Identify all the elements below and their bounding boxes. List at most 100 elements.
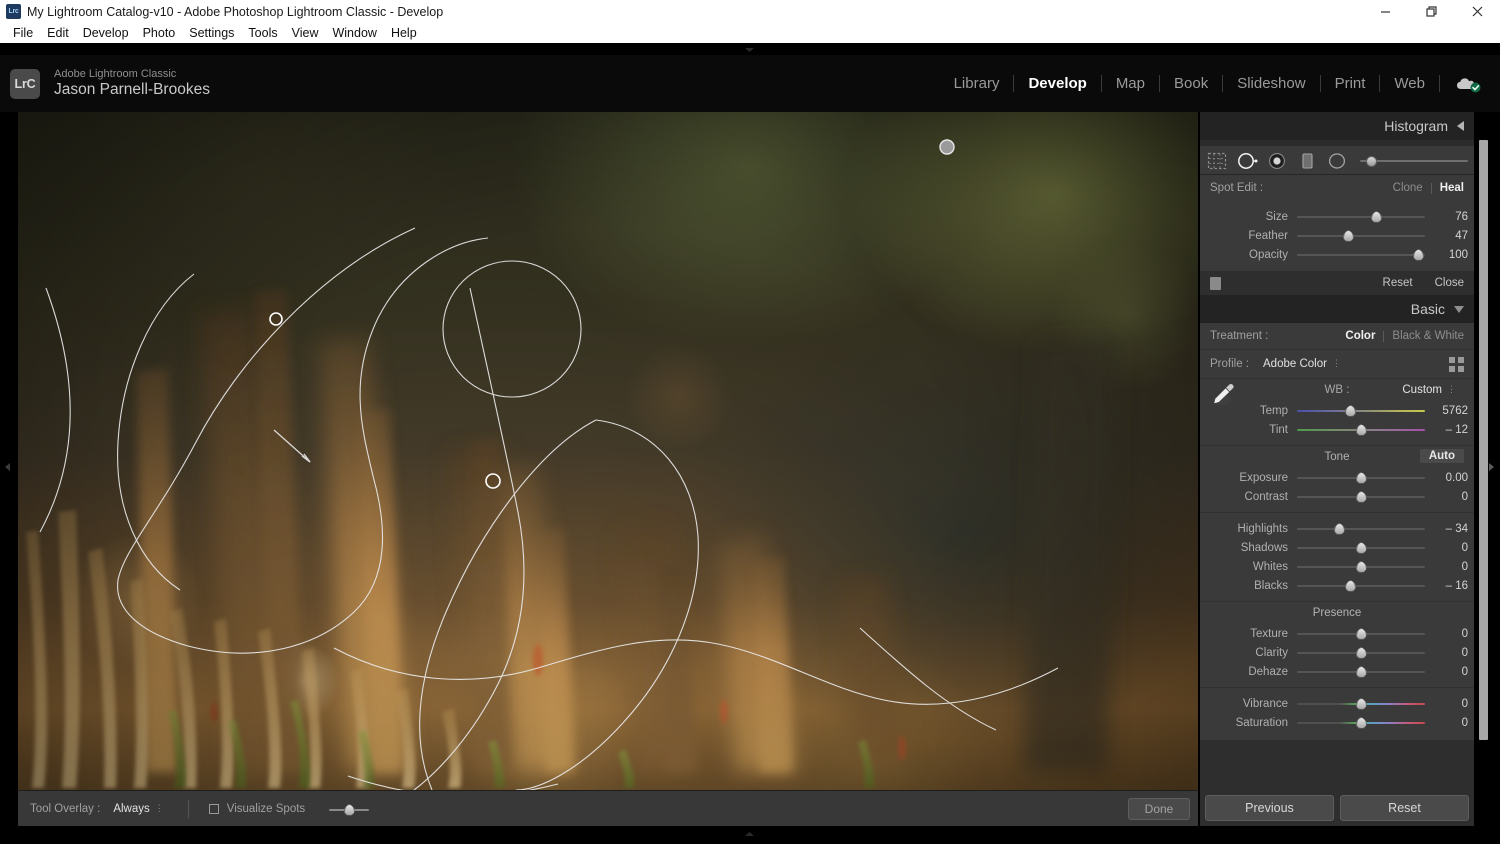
spot-opacity-track[interactable] <box>1297 248 1425 262</box>
top-panel-collapse-icon[interactable] <box>745 48 754 52</box>
triangle-left-icon[interactable] <box>1457 121 1464 131</box>
basic-panel-header[interactable]: Basic <box>1200 295 1474 323</box>
menu-window[interactable]: Window <box>325 26 383 40</box>
identity-product-name: Adobe Lightroom Classic <box>54 67 177 80</box>
right-panel-scrollbar[interactable] <box>1479 140 1488 740</box>
spot-reset-button[interactable]: Reset <box>1383 277 1413 289</box>
shadows-value[interactable]: 0 <box>1434 542 1468 554</box>
treatment-black-and-white[interactable]: Black & White <box>1392 330 1464 342</box>
module-web[interactable]: Web <box>1380 75 1439 92</box>
dehaze-value[interactable]: 0 <box>1434 666 1468 678</box>
red-eye-icon[interactable] <box>1266 151 1288 171</box>
menu-help[interactable]: Help <box>384 26 424 40</box>
contrast-value[interactable]: 0 <box>1434 491 1468 503</box>
filmstrip-collapse-icon[interactable] <box>745 832 754 836</box>
saturation-value[interactable]: 0 <box>1434 717 1468 729</box>
spot-size-label: Size <box>1265 210 1288 223</box>
dehaze-slider-row: Dehaze 0 <box>1200 662 1474 681</box>
radial-filter-icon[interactable] <box>1326 151 1348 171</box>
tool-size-slider[interactable] <box>1360 154 1468 168</box>
graduated-filter-icon[interactable] <box>1296 151 1318 171</box>
visualize-spots-slider[interactable] <box>329 803 370 816</box>
minimize-icon[interactable] <box>1362 0 1408 23</box>
exposure-value[interactable]: 0.00 <box>1434 472 1468 484</box>
spot-size-track[interactable] <box>1297 210 1425 224</box>
highlights-value[interactable]: – 34 <box>1434 523 1468 535</box>
spot-mode-clone[interactable]: Clone <box>1393 182 1423 194</box>
menu-develop[interactable]: Develop <box>76 26 136 40</box>
histogram-panel-header[interactable]: Histogram <box>1200 112 1474 140</box>
tool-overlay-value-text: Always <box>113 802 150 815</box>
temp-value[interactable]: 5762 <box>1434 405 1468 417</box>
menu-view[interactable]: View <box>285 26 326 40</box>
tint-slider-row: Tint – 12 <box>1200 420 1474 439</box>
whites-slider-row: Whites 0 <box>1200 557 1474 576</box>
tool-overlay-value[interactable]: Always ⋮ <box>113 803 163 815</box>
wb-value[interactable]: Custom ⋮ <box>1402 384 1456 396</box>
spot-feather-track[interactable] <box>1297 229 1425 243</box>
module-library[interactable]: Library <box>940 75 1014 92</box>
menu-settings[interactable]: Settings <box>182 26 241 40</box>
identity-plate[interactable]: Adobe Lightroom Classic Jason Parnell-Br… <box>54 68 210 99</box>
highlights-track[interactable] <box>1297 522 1425 536</box>
module-book[interactable]: Book <box>1160 75 1222 92</box>
spot-mode-heal[interactable]: Heal <box>1440 182 1464 194</box>
module-print[interactable]: Print <box>1321 75 1380 92</box>
profile-value[interactable]: Adobe Color ⋮ <box>1263 358 1341 370</box>
whites-value[interactable]: 0 <box>1434 561 1468 573</box>
whites-track[interactable] <box>1297 560 1425 574</box>
tool-size-knob[interactable] <box>1366 155 1377 167</box>
cloud-sync-ok-icon[interactable] <box>1456 73 1482 95</box>
menu-file[interactable]: File <box>6 26 40 40</box>
wb-value-text: Custom <box>1402 384 1442 396</box>
saturation-track[interactable] <box>1297 716 1425 730</box>
spot-feather-value[interactable]: 47 <box>1434 230 1468 242</box>
done-button[interactable]: Done <box>1128 798 1190 820</box>
spot-opacity-value[interactable]: 100 <box>1434 249 1468 261</box>
highlights-label: Highlights <box>1237 522 1289 535</box>
blacks-value[interactable]: – 16 <box>1434 580 1468 592</box>
tint-value[interactable]: – 12 <box>1434 424 1468 436</box>
reset-button[interactable]: Reset <box>1340 795 1469 821</box>
canvas-toolbar: Tool Overlay : Always ⋮ Visualize Spots D… <box>18 790 1198 826</box>
temp-track[interactable] <box>1297 404 1425 418</box>
switch-icon[interactable] <box>1210 276 1221 290</box>
module-slideshow[interactable]: Slideshow <box>1223 75 1319 92</box>
visualize-spots-checkbox[interactable] <box>208 803 219 814</box>
clarity-value[interactable]: 0 <box>1434 647 1468 659</box>
photo-canvas[interactable] <box>18 112 1198 790</box>
exposure-track[interactable] <box>1297 471 1425 485</box>
tone-auto-button[interactable]: Auto <box>1419 449 1464 463</box>
clarity-track[interactable] <box>1297 646 1425 660</box>
previous-button[interactable]: Previous <box>1205 795 1334 821</box>
spot-close-button[interactable]: Close <box>1435 277 1464 289</box>
menu-tools[interactable]: Tools <box>241 26 284 40</box>
treatment-color[interactable]: Color <box>1345 330 1375 342</box>
module-develop[interactable]: Develop <box>1014 75 1100 92</box>
spot-removal-icon[interactable] <box>1236 151 1258 171</box>
spot-size-value[interactable]: 76 <box>1434 211 1468 223</box>
contrast-track[interactable] <box>1297 490 1425 504</box>
contrast-label: Contrast <box>1244 490 1288 503</box>
lightroom-badge-icon[interactable]: LrC <box>10 68 40 99</box>
blacks-track[interactable] <box>1297 579 1425 593</box>
vibrance-track[interactable] <box>1297 697 1425 711</box>
grid-icon[interactable] <box>1449 356 1464 372</box>
restore-icon[interactable] <box>1408 0 1454 23</box>
crop-overlay-icon[interactable] <box>1206 151 1228 171</box>
close-icon[interactable] <box>1454 0 1500 23</box>
dehaze-track[interactable] <box>1297 665 1425 679</box>
menu-photo[interactable]: Photo <box>136 26 183 40</box>
spot-feather-slider-row: Feather 47 <box>1200 226 1474 245</box>
menu-edit[interactable]: Edit <box>40 26 76 40</box>
tint-track[interactable] <box>1297 423 1425 437</box>
right-panel-collapse-icon[interactable] <box>1489 463 1494 471</box>
texture-value[interactable]: 0 <box>1434 628 1468 640</box>
left-panel-collapse-icon[interactable] <box>5 463 10 471</box>
triangle-down-icon[interactable] <box>1454 305 1464 313</box>
texture-track[interactable] <box>1297 627 1425 641</box>
module-map[interactable]: Map <box>1102 75 1159 92</box>
shadows-track[interactable] <box>1297 541 1425 555</box>
whites-label: Whites <box>1252 560 1288 573</box>
vibrance-value[interactable]: 0 <box>1434 698 1468 710</box>
